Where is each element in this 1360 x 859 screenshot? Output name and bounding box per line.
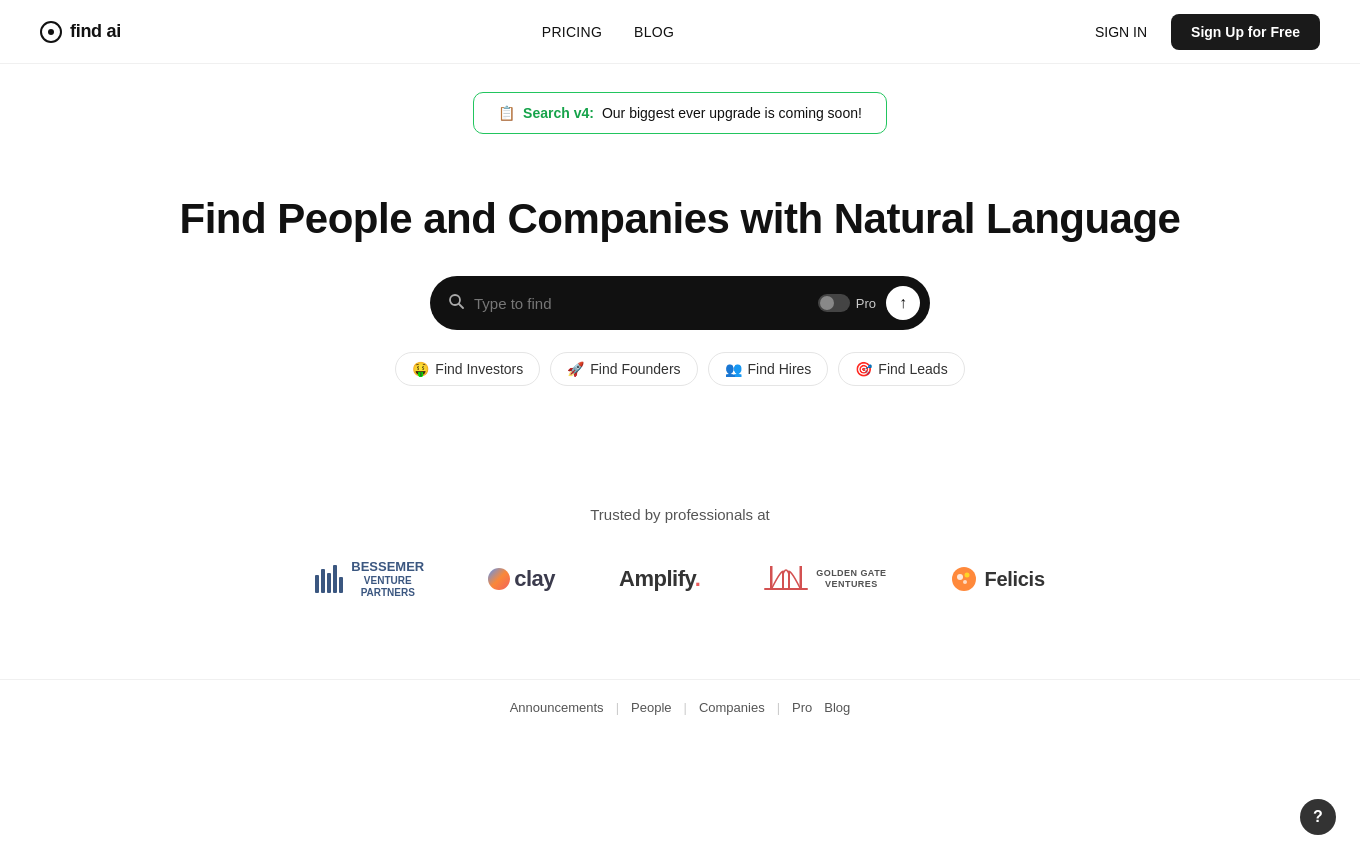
logo-text: find ai	[70, 21, 121, 42]
footer-pro[interactable]: Pro	[792, 700, 812, 715]
felicis-icon	[951, 566, 977, 592]
golden-gate-logo: Golden GateVentures	[764, 564, 886, 594]
trusted-label: Trusted by professionals at	[20, 506, 1340, 523]
announcement-message: Our biggest ever upgrade is coming soon!	[602, 105, 862, 121]
svg-line-1	[459, 304, 463, 308]
help-button[interactable]: ?	[1300, 799, 1336, 835]
announcement-banner: 📋 Search v4: Our biggest ever upgrade is…	[473, 92, 887, 134]
investors-label: Find Investors	[435, 361, 523, 377]
svg-point-10	[963, 580, 967, 584]
pro-label: Pro	[856, 296, 876, 311]
hero-section: Find People and Companies with Natural L…	[0, 134, 1360, 386]
sign-in-link[interactable]: SIGN IN	[1095, 24, 1147, 40]
filter-investors[interactable]: 🤑 Find Investors	[395, 352, 540, 386]
filter-leads[interactable]: 🎯 Find Leads	[838, 352, 964, 386]
hero-title: Find People and Companies with Natural L…	[180, 194, 1181, 244]
search-input[interactable]	[474, 295, 808, 312]
footer-people[interactable]: People	[631, 700, 671, 715]
filter-founders[interactable]: 🚀 Find Founders	[550, 352, 697, 386]
hires-label: Find Hires	[748, 361, 812, 377]
clay-icon	[488, 568, 510, 590]
svg-rect-5	[770, 566, 773, 588]
pro-toggle[interactable]: Pro	[818, 294, 876, 312]
footer-sep-3: |	[777, 700, 780, 715]
toggle-knob	[820, 296, 834, 310]
search-submit-button[interactable]: ↑	[886, 286, 920, 320]
felicis-logo: Felicis	[951, 566, 1045, 592]
investors-emoji: 🤑	[412, 361, 429, 377]
footer-companies[interactable]: Companies	[699, 700, 765, 715]
bessemer-text: Bessemer Venture Partners	[351, 559, 424, 599]
svg-rect-2	[764, 588, 808, 590]
nav-auth: SIGN IN Sign Up for Free	[1095, 14, 1320, 50]
leads-label: Find Leads	[878, 361, 947, 377]
svg-rect-6	[800, 566, 803, 588]
footer-links: Announcements | People | Companies | Pro…	[20, 700, 1340, 715]
clay-text: clay	[514, 566, 555, 592]
nav-blog[interactable]: BLOG	[634, 24, 674, 40]
felicis-text: Felicis	[985, 568, 1045, 591]
quick-filters: 🤑 Find Investors 🚀 Find Founders 👥 Find …	[395, 352, 964, 386]
search-icon	[448, 293, 464, 313]
navigation: find ai PRICING BLOG SIGN IN Sign Up for…	[0, 0, 1360, 64]
announcement-icon: 📋	[498, 105, 515, 121]
amplify-text: Amplify.	[619, 566, 700, 592]
search-bar: Pro ↑	[430, 276, 930, 330]
nav-pricing[interactable]: PRICING	[542, 24, 602, 40]
svg-point-9	[964, 573, 969, 578]
footer-sep-1: |	[616, 700, 619, 715]
logo-dot-icon	[48, 29, 54, 35]
svg-rect-4	[788, 572, 790, 588]
footer-blog[interactable]: Blog	[824, 700, 850, 715]
svg-rect-3	[782, 572, 784, 588]
filter-hires[interactable]: 👥 Find Hires	[708, 352, 829, 386]
pro-toggle-switch[interactable]	[818, 294, 850, 312]
partner-logos: Bessemer Venture Partners clay Amplify.	[20, 559, 1340, 599]
svg-point-8	[957, 574, 963, 580]
logo[interactable]: find ai	[40, 21, 121, 43]
ggv-icon	[764, 564, 808, 594]
bessemer-logo: Bessemer Venture Partners	[315, 559, 424, 599]
founders-label: Find Founders	[590, 361, 680, 377]
svg-point-7	[952, 567, 976, 591]
clay-logo: clay	[488, 566, 555, 592]
footer-sep-2: |	[684, 700, 687, 715]
nav-links: PRICING BLOG	[542, 24, 674, 40]
amplify-logo: Amplify.	[619, 566, 700, 592]
leads-emoji: 🎯	[855, 361, 872, 377]
trusted-section: Trusted by professionals at Bessemer Ven…	[0, 506, 1360, 639]
footer-announcements[interactable]: Announcements	[510, 700, 604, 715]
bessemer-icon	[315, 565, 343, 593]
founders-emoji: 🚀	[567, 361, 584, 377]
hires-emoji: 👥	[725, 361, 742, 377]
logo-circle-icon	[40, 21, 62, 43]
sign-up-button[interactable]: Sign Up for Free	[1171, 14, 1320, 50]
ggv-text: Golden GateVentures	[816, 568, 886, 591]
footer: Announcements | People | Companies | Pro…	[0, 679, 1360, 735]
announcement-label: Search v4:	[523, 105, 594, 121]
arrow-up-icon: ↑	[899, 294, 907, 312]
